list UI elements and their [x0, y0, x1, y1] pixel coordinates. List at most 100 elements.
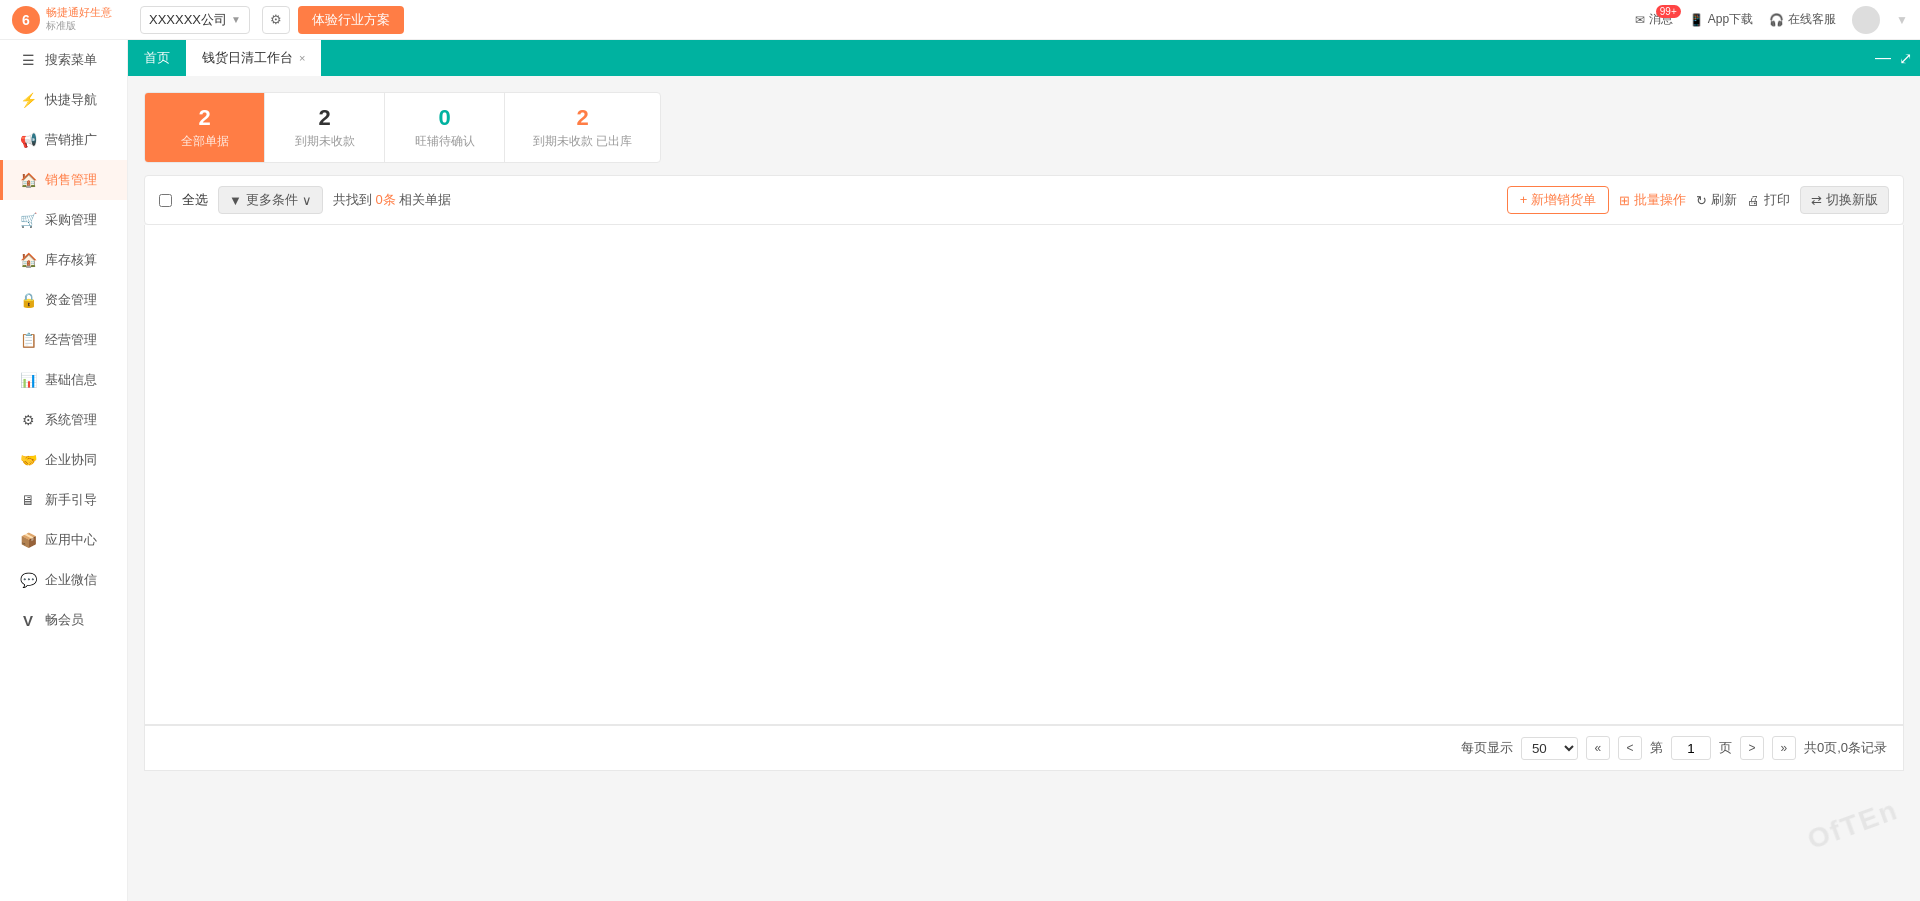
sidebar-item-system[interactable]: ⚙ 系统管理	[0, 400, 127, 440]
batch-icon: ⊞	[1619, 193, 1630, 208]
found-prefix: 共找到	[333, 192, 372, 207]
stat-num-wangwang: 0	[413, 105, 476, 131]
sidebar-label-app-center: 应用中心	[45, 531, 97, 549]
refresh-button[interactable]: ↻ 刷新	[1696, 191, 1737, 209]
sidebar-item-app-center[interactable]: 📦 应用中心	[0, 520, 127, 560]
per-page-select[interactable]: 50 100 200	[1521, 737, 1578, 760]
operations-icon: 📋	[19, 332, 37, 348]
print-button[interactable]: 🖨 打印	[1747, 191, 1790, 209]
logo-icon: 6	[12, 6, 40, 34]
print-icon: 🖨	[1747, 193, 1760, 208]
finance-icon: 🔒	[19, 292, 37, 308]
top-header: 6 畅捷通好生意 标准版 XXXXXX公司 ▼ ⚙ 体验行业方案 ✉ 消息 99…	[0, 0, 1920, 40]
experience-button[interactable]: 体验行业方案	[298, 6, 404, 34]
sidebar-label-search-menu: 搜索菜单	[45, 51, 97, 69]
weixin-icon: 💬	[19, 572, 37, 588]
enterprise-icon: 🤝	[19, 452, 37, 468]
stats-row: 2 全部单据 2 到期未收款 0 旺辅待确认 2 到期未收款 已出库	[144, 92, 661, 163]
sidebar-item-inventory[interactable]: 🏠 库存核算	[0, 240, 127, 280]
sidebar-label-purchase: 采购管理	[45, 211, 97, 229]
next-page-button[interactable]: >	[1740, 736, 1764, 760]
stat-card-wangwang[interactable]: 0 旺辅待确认	[385, 93, 505, 162]
stat-card-all[interactable]: 2 全部单据	[145, 93, 265, 162]
marketing-icon: 📢	[19, 132, 37, 148]
current-page-input[interactable]	[1671, 736, 1711, 760]
refresh-label: 刷新	[1711, 191, 1737, 209]
sidebar-label-sales: 销售管理	[45, 171, 97, 189]
sidebar-label-basic-info: 基础信息	[45, 371, 97, 389]
stat-num-unshipped: 2	[533, 105, 632, 131]
message-button[interactable]: ✉ 消息 99+	[1635, 11, 1673, 28]
sidebar-label-inventory: 库存核算	[45, 251, 97, 269]
sidebar-item-basic-info[interactable]: 📊 基础信息	[0, 360, 127, 400]
system-icon: ⚙	[19, 412, 37, 428]
found-count: 0条	[376, 192, 396, 207]
tab-bar-actions: — ⤢	[1875, 40, 1920, 76]
avatar[interactable]	[1852, 6, 1880, 34]
company-selector[interactable]: XXXXXX公司 ▼	[140, 6, 250, 34]
inventory-icon: 🏠	[19, 252, 37, 268]
header-right: ✉ 消息 99+ 📱 App下载 🎧 在线客服 ▼	[1635, 6, 1908, 34]
pagination-bar: 每页显示 50 100 200 « < 第 页 > » 共0页,0条记录	[144, 725, 1904, 771]
sidebar-item-marketing[interactable]: 📢 营销推广	[0, 120, 127, 160]
tab-bar: 首页 钱货日清工作台 × — ⤢	[128, 40, 1920, 76]
tab-active[interactable]: 钱货日清工作台 ×	[186, 40, 321, 76]
per-page-label: 每页显示	[1461, 739, 1513, 757]
online-service-button[interactable]: 🎧 在线客服	[1769, 11, 1836, 28]
online-service-label: 在线客服	[1788, 11, 1836, 28]
sidebar-item-finance[interactable]: 🔒 资金管理	[0, 280, 127, 320]
sidebar-item-weixin[interactable]: 💬 企业微信	[0, 560, 127, 600]
stat-card-overdue[interactable]: 2 到期未收款	[265, 93, 385, 162]
tab-maximize-icon[interactable]: ⤢	[1899, 49, 1912, 68]
sidebar-item-member[interactable]: V 畅会员	[0, 600, 127, 640]
sidebar-item-sales[interactable]: 🏠 销售管理	[0, 160, 127, 200]
sidebar-item-purchase[interactable]: 🛒 采购管理	[0, 200, 127, 240]
logo-area: 6 畅捷通好生意 标准版	[12, 6, 140, 34]
company-name: XXXXXX公司	[149, 11, 227, 29]
switch-icon: ⇄	[1811, 193, 1822, 208]
sidebar: ☰ 搜索菜单 ⚡ 快捷导航 📢 营销推广 🏠 销售管理 🛒 采购管理 🏠 库存核…	[0, 40, 128, 901]
user-name[interactable]: ▼	[1896, 13, 1908, 27]
gear-icon: ⚙	[270, 12, 282, 27]
toolbar-left: 全选 ▼ 更多条件 ∨ 共找到 0条 相关单据	[159, 186, 1495, 214]
filter-label: 更多条件	[246, 191, 298, 209]
member-icon: V	[19, 612, 37, 629]
tab-home-label: 首页	[144, 49, 170, 67]
sidebar-label-operations: 经营管理	[45, 331, 97, 349]
batch-operation-button[interactable]: ⊞ 批量操作	[1619, 191, 1686, 209]
sidebar-item-quick-nav[interactable]: ⚡ 快捷导航	[0, 80, 127, 120]
logo-sub: 标准版	[46, 19, 112, 33]
tab-minimize-icon[interactable]: —	[1875, 49, 1891, 67]
sidebar-label-member: 畅会员	[45, 611, 84, 629]
sidebar-item-guide[interactable]: 🖥 新手引导	[0, 480, 127, 520]
table-area	[144, 225, 1904, 725]
prev-page-button[interactable]: <	[1618, 736, 1642, 760]
sidebar-label-finance: 资金管理	[45, 291, 97, 309]
settings-button[interactable]: ⚙	[262, 6, 290, 34]
app-download-label: App下载	[1708, 11, 1753, 28]
total-records: 共0页,0条记录	[1804, 739, 1887, 757]
last-page-button[interactable]: »	[1772, 736, 1796, 760]
app-download-button[interactable]: 📱 App下载	[1689, 11, 1753, 28]
filter-arrow-icon: ∨	[302, 193, 312, 208]
sidebar-label-marketing: 营销推广	[45, 131, 97, 149]
tab-close-icon[interactable]: ×	[299, 52, 305, 64]
add-sales-button[interactable]: + 新增销货单	[1507, 186, 1609, 214]
first-page-button[interactable]: «	[1586, 736, 1610, 760]
sidebar-label-enterprise: 企业协同	[45, 451, 97, 469]
filter-button[interactable]: ▼ 更多条件 ∨	[218, 186, 323, 214]
sidebar-label-weixin: 企业微信	[45, 571, 97, 589]
stat-card-unshipped[interactable]: 2 到期未收款 已出库	[505, 93, 660, 162]
sales-icon: 🏠	[19, 172, 37, 188]
quick-nav-icon: ⚡	[19, 92, 37, 108]
sidebar-item-enterprise[interactable]: 🤝 企业协同	[0, 440, 127, 480]
sidebar-item-operations[interactable]: 📋 经营管理	[0, 320, 127, 360]
select-all-checkbox[interactable]	[159, 194, 172, 207]
sidebar-item-search-menu[interactable]: ☰ 搜索菜单	[0, 40, 127, 80]
sidebar-label-guide: 新手引导	[45, 491, 97, 509]
tab-home[interactable]: 首页	[128, 40, 186, 76]
stat-label-unshipped: 到期未收款 已出库	[533, 133, 632, 150]
found-text: 共找到 0条 相关单据	[333, 191, 451, 209]
switch-version-button[interactable]: ⇄ 切换新版	[1800, 186, 1889, 214]
main-content: 2 全部单据 2 到期未收款 0 旺辅待确认 2 到期未收款 已出库 全选 ▼ …	[128, 76, 1920, 901]
